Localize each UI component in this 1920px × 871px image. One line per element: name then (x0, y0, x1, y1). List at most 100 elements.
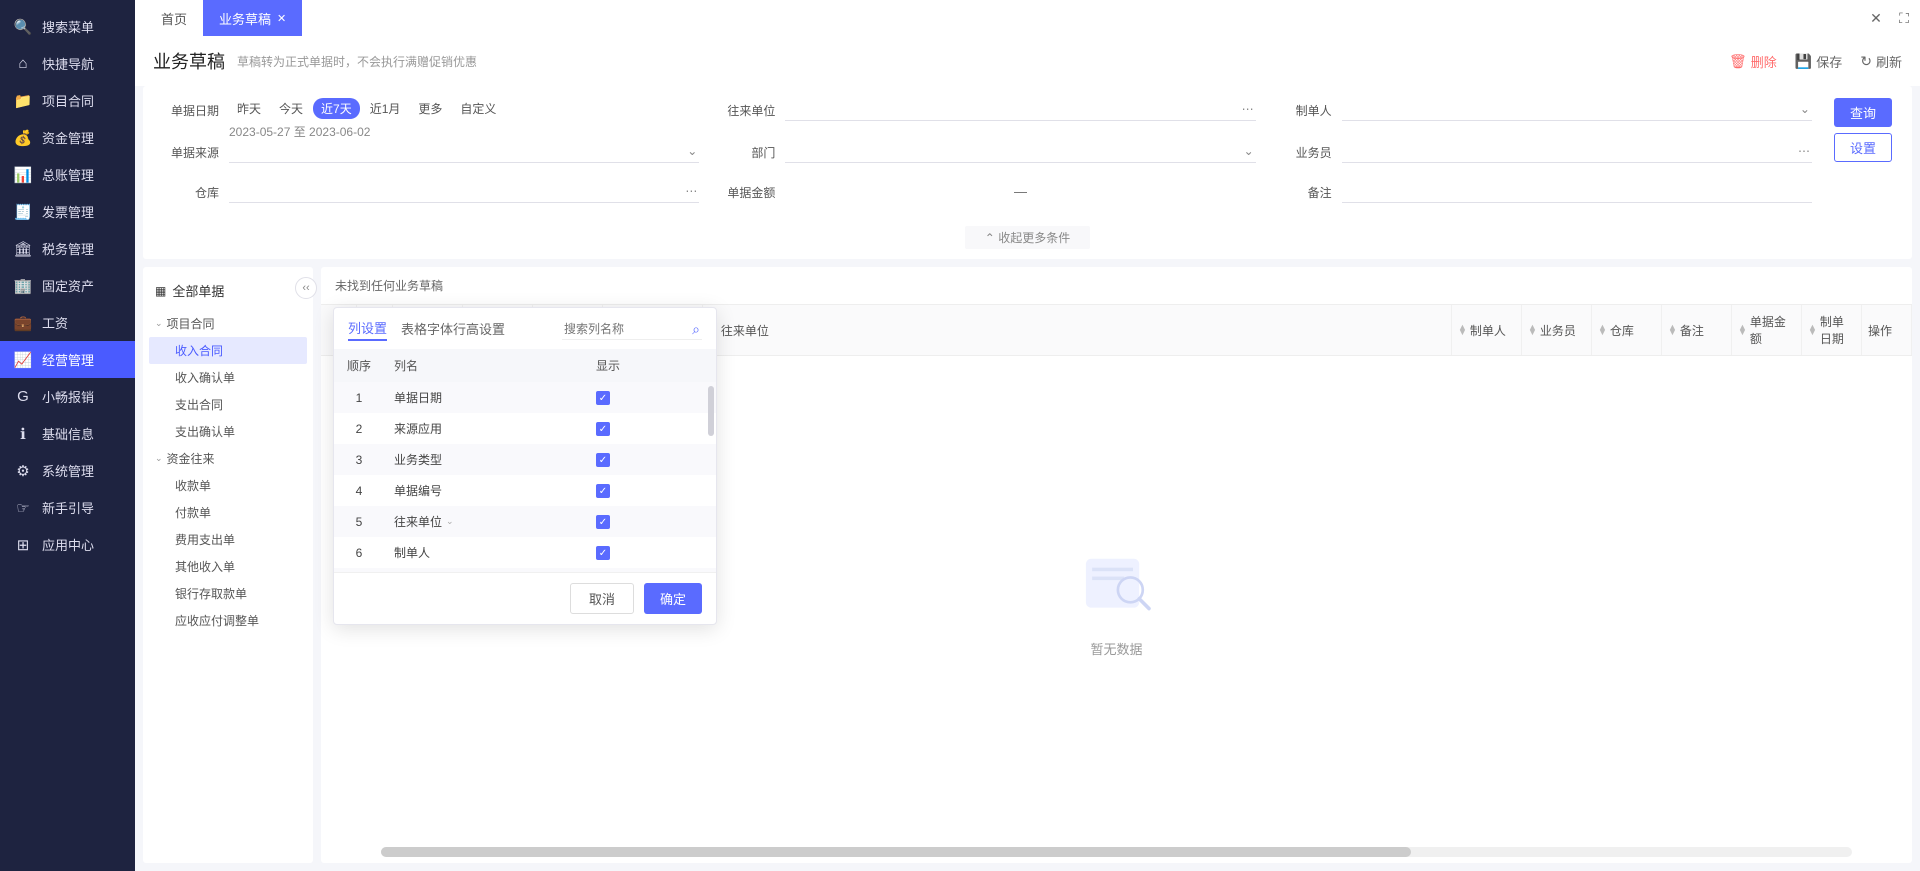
date-chip-2[interactable]: 近7天 (313, 98, 360, 119)
filter-label-source: 单据来源 (163, 140, 219, 161)
chevron-up-icon: ⌃ (985, 231, 995, 245)
no-data-text: 暂无数据 (1090, 639, 1142, 658)
side-project[interactable]: 📁项目合同 (0, 82, 135, 119)
tree-collapse-button[interactable]: ‹‹ (295, 277, 317, 299)
filter-label-date: 单据日期 (163, 98, 219, 119)
th-10[interactable]: ▲▼制单日期 (1802, 305, 1862, 355)
popup-row[interactable]: 1单据日期✓ (334, 382, 716, 413)
close-tab-icon[interactable]: ✕ (1866, 8, 1886, 28)
side-invoice-icon: 🧾 (14, 203, 32, 221)
creator-input[interactable] (1342, 98, 1812, 121)
query-button[interactable]: 查询 (1834, 98, 1892, 127)
popup-row[interactable]: 5往来单位⌄✓ (334, 506, 716, 537)
settings-button[interactable]: 设置 (1834, 133, 1892, 162)
date-chip-5[interactable]: 自定义 (452, 98, 504, 119)
side-guide[interactable]: ☞新手引导 (0, 489, 135, 526)
side-appcenter[interactable]: ⊞应用中心 (0, 526, 135, 563)
side-label: 新手引导 (42, 498, 94, 517)
tree-group-0[interactable]: ⌄项目合同 (149, 310, 307, 337)
tree-item[interactable]: 支出合同 (149, 391, 307, 418)
th-8[interactable]: ▲▼备注 (1662, 305, 1732, 355)
partner-input[interactable] (785, 98, 1255, 121)
show-checkbox[interactable]: ✓ (596, 546, 610, 560)
th-7[interactable]: ▲▼仓库 (1592, 305, 1662, 355)
filter-label-amount: 单据金额 (719, 180, 775, 201)
popup-tab-font[interactable]: 表格字体行高设置 (401, 319, 505, 340)
sort-icon: ▲▼ (1808, 325, 1817, 335)
side-reimburse-icon: G (14, 388, 32, 406)
side-invoice[interactable]: 🧾 发票管理 (0, 193, 135, 230)
tree-item[interactable]: 支出确认单 (149, 418, 307, 445)
side-operations[interactable]: 📈经营管理 (0, 341, 135, 378)
side-salary[interactable]: 💼工资 (0, 304, 135, 341)
tree-item[interactable]: 收入确认单 (149, 364, 307, 391)
filter-label-remark: 备注 (1276, 180, 1332, 201)
popup-row[interactable]: 4单据编号✓ (334, 475, 716, 506)
popup-row[interactable]: 6制单人✓ (334, 537, 716, 568)
side-ledger[interactable]: 📊总账管理 (0, 156, 135, 193)
doc-tree-panel: ▦全部单据 ‹‹ ⌄项目合同收入合同收入确认单支出合同支出确认单⌄资金往来收款单… (143, 267, 313, 863)
side-quicknav[interactable]: ⌂快捷导航 (0, 45, 135, 82)
popup-scrollbar[interactable] (708, 386, 714, 436)
popup-search-input[interactable] (562, 319, 702, 340)
side-search[interactable]: 🔍搜索菜单 (0, 8, 135, 45)
popup-row[interactable]: 7业务员⌄✓ (334, 568, 716, 572)
popup-row[interactable]: 3业务类型✓ (334, 444, 716, 475)
delete-button[interactable]: 🗑删除 (1729, 52, 1777, 71)
tab-close-icon[interactable]: ✕ (277, 12, 286, 25)
tree-item[interactable]: 付款单 (149, 499, 307, 526)
th-9[interactable]: ▲▼单据金额 (1732, 305, 1802, 355)
tree-group-1[interactable]: ⌄资金往来 (149, 445, 307, 472)
popup-row[interactable]: 2来源应用✓ (334, 413, 716, 444)
th-11[interactable]: 操作 (1862, 305, 1912, 355)
side-tax[interactable]: 🏛税务管理 (0, 230, 135, 267)
tree-item[interactable]: 应收应付调整单 (149, 607, 307, 634)
show-checkbox[interactable]: ✓ (596, 391, 610, 405)
popup-tab-columns[interactable]: 列设置 (348, 318, 387, 341)
warehouse-input[interactable] (229, 180, 699, 203)
expand-icon[interactable]: ⛶ (1894, 8, 1914, 28)
side-system[interactable]: ⚙系统管理 (0, 452, 135, 489)
tree-item[interactable]: 其他收入单 (149, 553, 307, 580)
collapse-filters-button[interactable]: ⌃ 收起更多条件 (965, 226, 1090, 249)
th-5[interactable]: ▲▼制单人 (1452, 305, 1522, 355)
tree-item[interactable]: 银行存取款单 (149, 580, 307, 607)
date-chip-4[interactable]: 更多 (410, 98, 450, 119)
th-6[interactable]: ▲▼业务员 (1522, 305, 1592, 355)
remark-input[interactable] (1342, 180, 1812, 203)
side-funds-icon: 💰 (14, 129, 32, 147)
refresh-button[interactable]: ↻刷新 (1860, 52, 1902, 71)
dept-input[interactable] (785, 140, 1255, 163)
date-chip-1[interactable]: 今天 (271, 98, 311, 119)
column-settings-popup: 列设置 表格字体行高设置 ⌕ 顺序 列名 显示 1单据日期✓2来源应用✓3业务类… (333, 307, 717, 625)
side-appcenter-icon: ⊞ (14, 536, 32, 554)
popup-cancel-button[interactable]: 取消 (570, 583, 634, 614)
tree-item[interactable]: 费用支出单 (149, 526, 307, 553)
staff-input[interactable] (1342, 140, 1812, 163)
show-checkbox[interactable]: ✓ (596, 484, 610, 498)
save-button[interactable]: 💾保存 (1795, 52, 1842, 71)
th-4[interactable]: ▲▼往来单位 (703, 305, 1452, 355)
side-baseinfo[interactable]: ℹ基础信息 (0, 415, 135, 452)
side-reimburse[interactable]: G小畅报销 (0, 378, 135, 415)
side-funds[interactable]: 💰资金管理 (0, 119, 135, 156)
sort-icon: ▲▼ (1458, 325, 1467, 335)
table-empty-msg: 未找到任何业务草稿 (321, 267, 1912, 304)
tab-业务草稿[interactable]: 业务草稿✕ (203, 0, 302, 36)
side-project-icon: 📁 (14, 92, 32, 110)
tab-首页[interactable]: 首页 (145, 0, 203, 36)
show-checkbox[interactable]: ✓ (596, 515, 610, 529)
show-checkbox[interactable]: ✓ (596, 453, 610, 467)
tree-item[interactable]: 收入合同 (149, 337, 307, 364)
filter-panel: 单据日期 昨天今天近7天近1月更多自定义 2023-05-27 至 2023-0… (143, 86, 1912, 259)
tree-item[interactable]: 收款单 (149, 472, 307, 499)
filter-label-dept: 部门 (719, 140, 775, 161)
horizontal-scrollbar[interactable] (381, 847, 1852, 857)
popup-ok-button[interactable]: 确定 (644, 583, 702, 614)
show-checkbox[interactable]: ✓ (596, 422, 610, 436)
side-label: 发票管理 (42, 202, 94, 221)
source-input[interactable] (229, 140, 699, 163)
side-assets[interactable]: 🏢固定资产 (0, 267, 135, 304)
date-chip-3[interactable]: 近1月 (362, 98, 409, 119)
date-chip-0[interactable]: 昨天 (229, 98, 269, 119)
